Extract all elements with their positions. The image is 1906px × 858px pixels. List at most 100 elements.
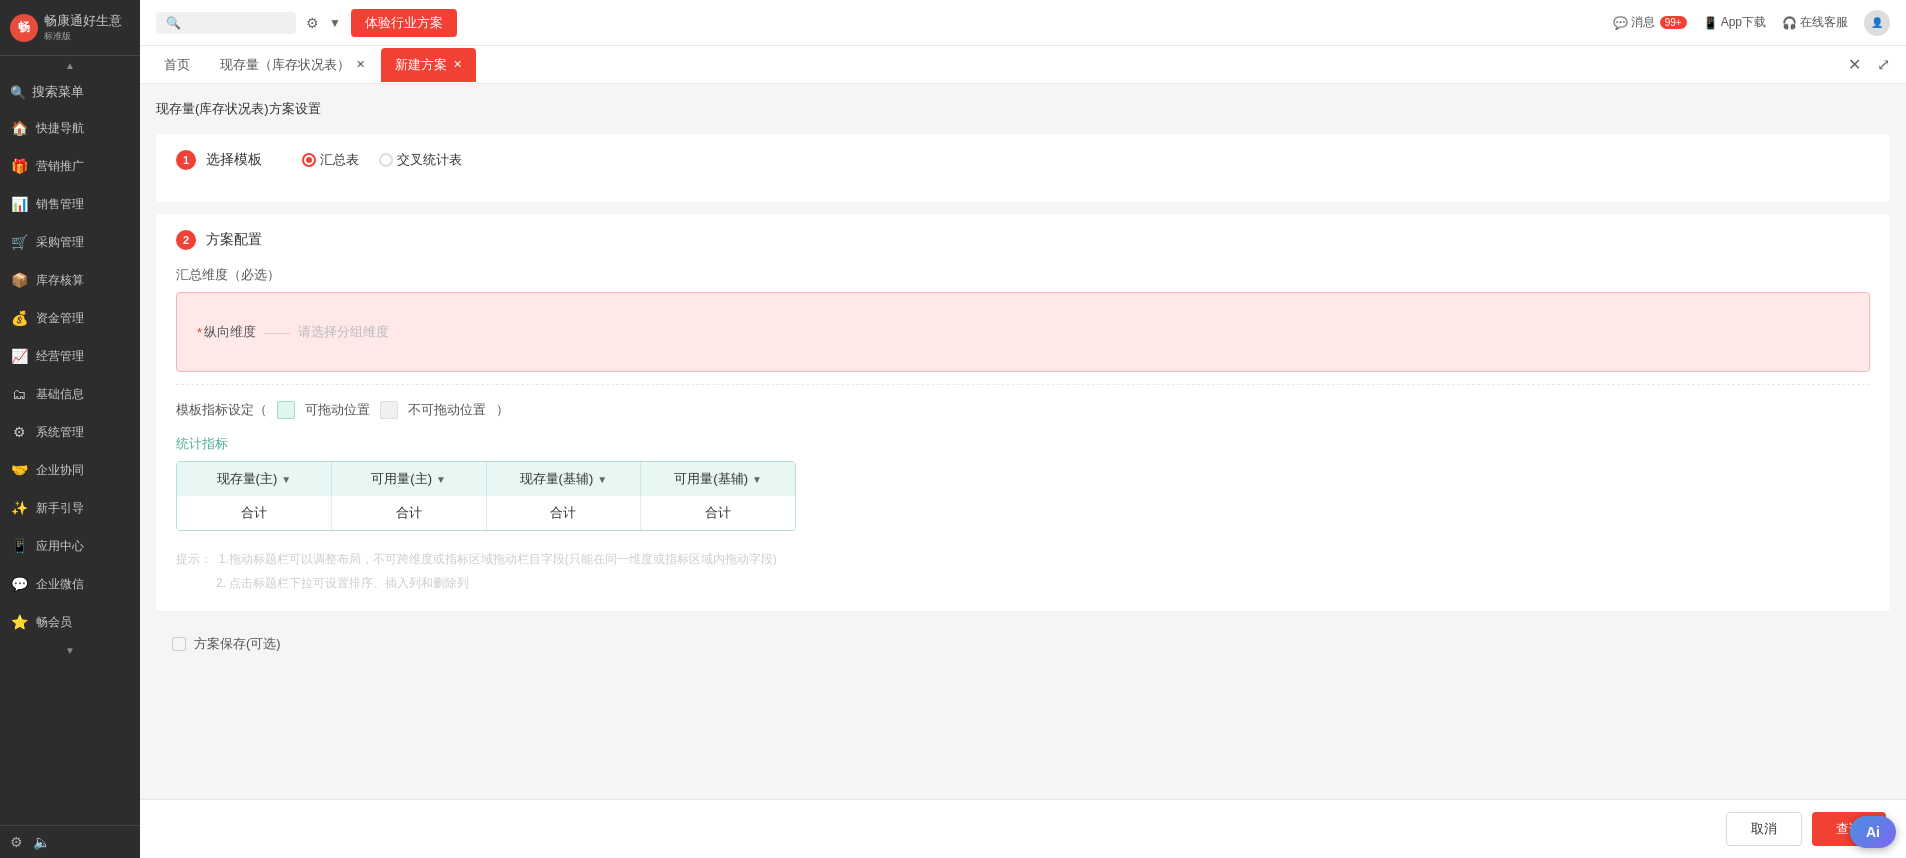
member-icon: ⭐ [10,613,28,631]
sidebar-item-operation[interactable]: 📈 经营管理 [0,337,140,375]
search-icon: 🔍 [10,85,26,100]
section1-header: 1 选择模板 汇总表 交叉统计表 [176,150,1870,170]
sidebar-item-member[interactable]: ⭐ 畅会员 [0,603,140,641]
sidebar-item-label: 新手引导 [36,500,84,517]
sidebar-scroll-down[interactable]: ▼ [0,641,140,660]
sidebar-item-corp[interactable]: 🤝 企业协同 [0,451,140,489]
stats-col-2[interactable]: 可用量(主) ▼ [332,462,487,496]
step2-badge: 2 [176,230,196,250]
sidebar-item-finance[interactable]: 💰 资金管理 [0,299,140,337]
sidebar-item-label: 基础信息 [36,386,84,403]
cancel-button[interactable]: 取消 [1726,812,1802,846]
sidebar-item-label: 系统管理 [36,424,84,441]
box-icon: 📦 [10,271,28,289]
sidebar-item-quick-nav[interactable]: 🏠 快捷导航 [0,109,140,147]
close-panel-icon[interactable]: ✕ [1842,53,1867,76]
stats-col-4[interactable]: 可用量(基辅) ▼ [641,462,795,496]
chevron-down-icon: ▼ [752,474,762,485]
sidebar-item-marketing[interactable]: 🎁 营销推广 [0,147,140,185]
sidebar-item-sales[interactable]: 📊 销售管理 [0,185,140,223]
online-service-item[interactable]: 🎧 在线客服 [1782,14,1848,31]
settings-icon[interactable]: ⚙ [10,834,23,850]
tab-inventory-close-icon[interactable]: ✕ [356,58,365,71]
message-icon: 💬 [1613,16,1628,30]
headset-icon: 🎧 [1782,16,1797,30]
gift-icon: 🎁 [10,157,28,175]
tip-2: 2. 点击标题栏下拉可设置排序、插入列和删除列 [176,571,1870,595]
sidebar-item-app-center[interactable]: 📱 应用中心 [0,527,140,565]
sidebar-item-inventory[interactable]: 📦 库存核算 [0,261,140,299]
tip-2-text: 2. 点击标题栏下拉可设置排序、插入列和删除列 [216,576,469,590]
dimension-placeholder: 请选择分组维度 [298,323,389,341]
sidebar-item-purchase[interactable]: 🛒 采购管理 [0,223,140,261]
tab-inventory-status[interactable]: 现存量（库存状况表） ✕ [206,48,379,82]
sidebar: 畅 畅康通好生意 标准版 ▲ 🔍 搜索菜单 🏠 快捷导航 🎁 营销推广 📊 销售… [0,0,140,858]
col3-label: 现存量(基辅) [520,470,594,488]
section2-header: 2 方案配置 [176,230,1870,250]
app-download-label: App下载 [1721,14,1766,31]
header-left: 🔍 ⚙ ▼ 体验行业方案 [156,9,457,37]
tip-1: 1.拖动标题栏可以调整布局，不可跨维度或指标区域拖动栏目字段(只能在同一维度或指… [219,552,777,566]
header-search-bar[interactable]: 🔍 [156,12,296,34]
sidebar-logo: 畅 畅康通好生意 标准版 [0,0,140,56]
step2-title: 方案配置 [206,231,262,249]
sidebar-item-newbie[interactable]: ✨ 新手引导 [0,489,140,527]
app-name: 畅康通好生意 [44,12,122,30]
chevron-down-icon: ▼ [281,474,291,485]
volume-icon[interactable]: 🔈 [33,834,50,850]
radio-summary[interactable]: 汇总表 [302,151,359,169]
sidebar-scroll-up[interactable]: ▲ [0,56,140,75]
expand-panel-icon[interactable]: ⤢ [1871,53,1896,76]
section-choose-template: 1 选择模板 汇总表 交叉统计表 [156,134,1890,202]
sidebar-item-label: 营销推广 [36,158,84,175]
sidebar-search[interactable]: 🔍 搜索菜单 [0,75,140,109]
stats-cell-2: 合计 [332,496,487,530]
template-radio-group: 汇总表 交叉统计表 [302,151,462,169]
phone-icon: 📱 [1703,16,1718,30]
stats-col-1[interactable]: 现存量(主) ▼ [177,462,332,496]
ai-fab-button[interactable]: Ai [1850,816,1896,848]
sidebar-item-basic-info[interactable]: 🗂 基础信息 [0,375,140,413]
chevron-down-icon: ▼ [597,474,607,485]
save-checkbox[interactable] [172,637,186,651]
stats-col-3[interactable]: 现存量(基辅) ▼ [487,462,642,496]
chevron-down-icon[interactable]: ▼ [329,16,341,30]
col1-label: 现存量(主) [217,470,278,488]
industry-plan-button[interactable]: 体验行业方案 [351,9,457,37]
stats-section: 统计指标 现存量(主) ▼ 可用量(主) ▼ 现存量(基辅) [176,435,1870,531]
summary-dimension-label: 汇总维度（必选） [176,266,1870,284]
sidebar-item-system[interactable]: ⚙ 系统管理 [0,413,140,451]
corp-icon: 🤝 [10,461,28,479]
sidebar-search-label: 搜索菜单 [32,83,84,101]
action-bar: 取消 查询 [140,799,1906,858]
radio-cross[interactable]: 交叉统计表 [379,151,462,169]
sidebar-item-label: 畅会员 [36,614,72,631]
tab-new-plan-label: 新建方案 [395,56,447,74]
system-icon: ⚙ [10,423,28,441]
app-download-item[interactable]: 📱 App下载 [1703,14,1766,31]
wechat-icon: 💬 [10,575,28,593]
indicator-setting-suffix: ） [496,401,509,419]
message-badge: 99+ [1660,16,1687,29]
gear-icon[interactable]: ⚙ [306,15,319,31]
sidebar-item-wechat[interactable]: 💬 企业微信 [0,565,140,603]
phone-icon: 📱 [10,537,28,555]
message-item[interactable]: 💬 消息 99+ [1613,14,1687,31]
tab-new-plan-close-icon[interactable]: ✕ [453,58,462,71]
chart-icon: 📊 [10,195,28,213]
indicator-setting-label: 模板指标设定（ [176,401,267,419]
tab-new-plan[interactable]: 新建方案 ✕ [381,48,476,82]
user-avatar[interactable]: 👤 [1864,10,1890,36]
tab-home[interactable]: 首页 [150,48,204,82]
col4-label: 可用量(基辅) [674,470,748,488]
col2-label: 可用量(主) [371,470,432,488]
home-tab-label: 首页 [164,57,190,72]
dimension-box[interactable]: * 纵向维度 —— 请选择分组维度 [176,292,1870,372]
non-draggable-indicator-box [380,401,398,419]
top-header: 🔍 ⚙ ▼ 体验行业方案 💬 消息 99+ 📱 App下载 🎧 在线客服 👤 [140,0,1906,46]
header-right: 💬 消息 99+ 📱 App下载 🎧 在线客服 👤 [1613,10,1890,36]
sidebar-item-label: 应用中心 [36,538,84,555]
home-icon: 🏠 [10,119,28,137]
sidebar-item-label: 企业协同 [36,462,84,479]
message-label: 消息 [1631,14,1655,31]
